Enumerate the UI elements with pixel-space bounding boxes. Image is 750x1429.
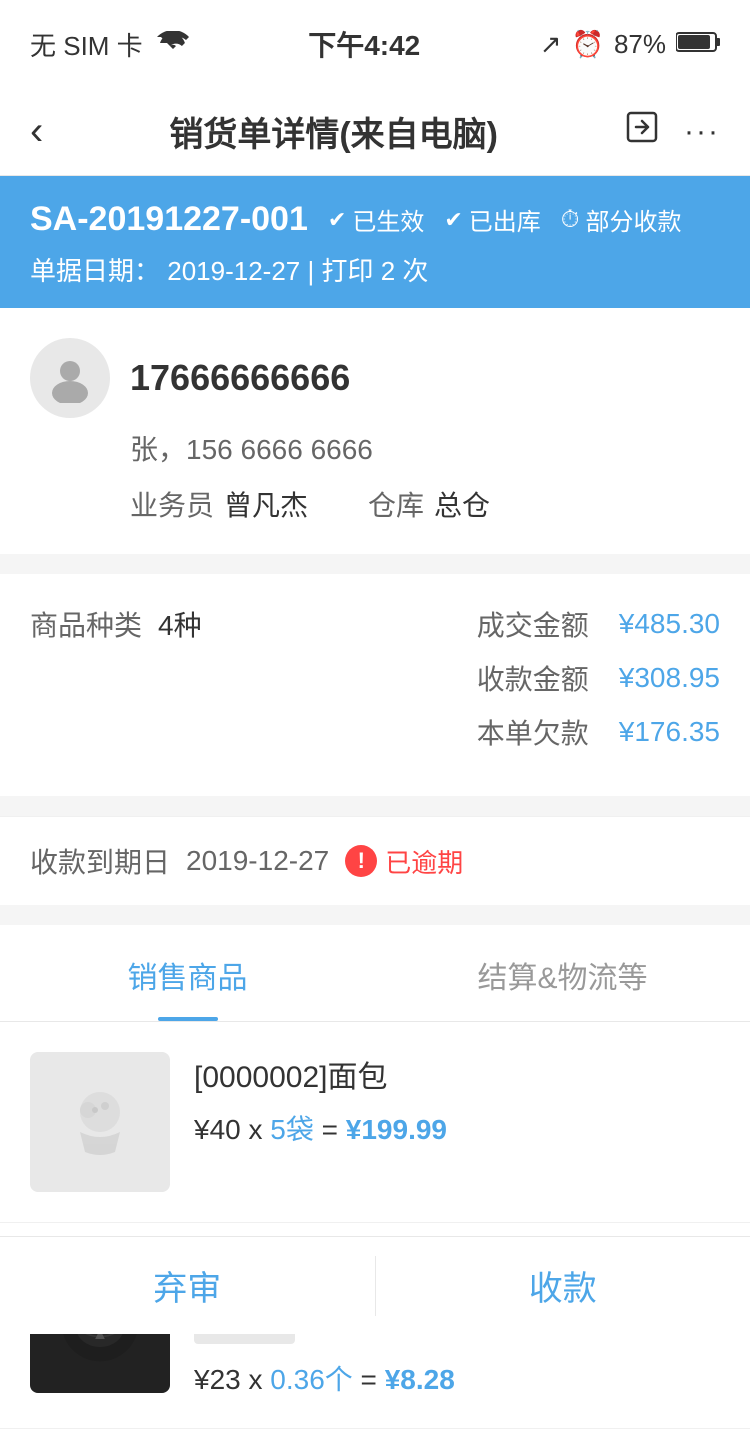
wifi-icon [157, 29, 189, 60]
product-type-item: 商品种类 4种 [30, 604, 202, 644]
tab-settlement-label: 结算&物流等 [477, 962, 647, 995]
received-value: ¥308.95 [619, 662, 720, 694]
order-row: SA-20191227-001 ✔ 已生效 ✔ 已出库 ⏱ 部分收款 [30, 200, 720, 239]
status-shipped: ✔ 已出库 [444, 202, 540, 237]
products-section: [0000002]面包 ¥40 x 5袋 = ¥199.99 [0, 1022, 750, 1429]
customer-id: 17666666666 [130, 357, 350, 399]
status-active-label: 已生效 [352, 202, 424, 237]
product-thumb-1 [30, 1052, 170, 1192]
confirm-label: 收款 [529, 1261, 597, 1310]
stats-left: 商品种类 4种 [30, 604, 202, 652]
tab-settlement[interactable]: 结算&物流等 [375, 925, 750, 1021]
status-partial: ⏱ 部分收款 [561, 202, 682, 237]
customer-section: 17666666666 张，156 6666 6666 业务员 曾凡杰 仓库 总… [0, 308, 750, 554]
price-total-1: ¥199.99 [346, 1114, 447, 1145]
tabs-section: 销售商品 结算&物流等 [0, 925, 750, 1022]
print-count: 2 [381, 256, 395, 286]
header-date-row: 单据日期： 2019-12-27 | 打印 2 次 [30, 251, 720, 288]
price-unit-1: ¥40 x [194, 1114, 270, 1145]
back-button[interactable]: ‹ [30, 109, 43, 154]
received-row: 收款金额 ¥308.95 [477, 658, 720, 698]
status-right: ↗ ⏰ 87% [540, 29, 720, 60]
status-shipped-label: 已出库 [469, 202, 541, 237]
price-eq-2: = [353, 1364, 385, 1395]
nav-bar: ‹ 销货单详情(来自电脑) ··· [0, 88, 750, 176]
carrier-text: 无 SIM 卡 [30, 26, 143, 63]
qty-highlight-2: 0.36个 [270, 1364, 353, 1395]
share-icon[interactable] [624, 109, 660, 154]
status-partial-label: 部分收款 [586, 202, 682, 237]
product-price-2: ¥23 x 0.36个 = ¥8.28 [194, 1358, 720, 1398]
tab-sales-goods-label: 销售商品 [128, 962, 248, 995]
debt-row: 本单欠款 ¥176.35 [477, 712, 720, 752]
date-value: 2019-12-27 [167, 256, 300, 286]
order-id: SA-20191227-001 [30, 200, 308, 239]
status-active: ✔ 已生效 [328, 202, 424, 237]
salesperson-value: 曾凡杰 [224, 484, 308, 524]
price-unit-2: ¥23 x [194, 1364, 270, 1395]
print-label: | 打印 [307, 256, 373, 286]
print-suffix: 次 [402, 256, 428, 286]
product-name-1: [0000002]面包 [194, 1052, 720, 1096]
tab-sales-goods[interactable]: 销售商品 [0, 925, 375, 1021]
alert-icon: ! [345, 845, 377, 877]
stats-right: 成交金额 ¥485.30 收款金额 ¥308.95 本单欠款 ¥176.35 [477, 604, 720, 766]
debt-value: ¥176.35 [619, 716, 720, 748]
avatar [30, 338, 110, 418]
product-item: [0000002]面包 ¥40 x 5袋 = ¥199.99 [0, 1022, 750, 1223]
page-title: 销货单详情(来自电脑) [169, 107, 498, 156]
product-info-1: [0000002]面包 ¥40 x 5袋 = ¥199.99 [194, 1052, 720, 1148]
check-active-icon: ✔ [328, 207, 346, 233]
status-time: 下午4:42 [308, 24, 420, 64]
location-icon: ↗ [540, 29, 562, 60]
warehouse-value: 总仓 [434, 484, 490, 524]
salesperson-label: 业务员 [130, 484, 214, 524]
customer-name-phone: 张，156 6666 6666 [130, 428, 720, 468]
cancel-label: 弃审 [153, 1261, 221, 1310]
date-label: 单据日期： [30, 256, 160, 286]
cancel-button[interactable]: 弃审 [0, 1237, 375, 1334]
received-label: 收款金额 [477, 658, 589, 698]
overdue-badge: ! 已逾期 [345, 843, 463, 880]
due-label: 收款到期日 [30, 841, 170, 881]
bottom-bar: 弃审 收款 [0, 1236, 750, 1334]
debt-label: 本单欠款 [477, 712, 589, 752]
header-banner: SA-20191227-001 ✔ 已生效 ✔ 已出库 ⏱ 部分收款 单据日期：… [0, 176, 750, 308]
price-eq-1: = [314, 1114, 346, 1145]
deal-amount-value: ¥485.30 [619, 608, 720, 640]
status-left: 无 SIM 卡 [30, 26, 189, 63]
qty-highlight-1: 5袋 [270, 1114, 314, 1145]
warehouse-item: 仓库 总仓 [368, 484, 490, 524]
nav-actions: ··· [624, 109, 720, 154]
status-bar: 无 SIM 卡 下午4:42 ↗ ⏰ 87% [0, 0, 750, 88]
battery-icon [676, 29, 720, 60]
stats-section: 商品种类 4种 成交金额 ¥485.30 收款金额 ¥308.95 本单欠款 ¥… [0, 574, 750, 796]
customer-meta: 业务员 曾凡杰 仓库 总仓 [130, 484, 720, 524]
salesperson-item: 业务员 曾凡杰 [130, 484, 308, 524]
confirm-button[interactable]: 收款 [376, 1237, 750, 1334]
more-icon[interactable]: ··· [684, 115, 720, 149]
alarm-icon: ⏰ [572, 29, 604, 60]
product-price-1: ¥40 x 5袋 = ¥199.99 [194, 1108, 720, 1148]
clock-icon: ⏱ [561, 206, 580, 234]
due-date: 2019-12-27 [186, 845, 329, 877]
deal-amount-row: 成交金额 ¥485.30 [477, 604, 720, 644]
overdue-label: 已逾期 [385, 843, 463, 880]
due-section: 收款到期日 2019-12-27 ! 已逾期 [0, 816, 750, 905]
warehouse-label: 仓库 [368, 484, 424, 524]
check-shipped-icon: ✔ [444, 207, 462, 233]
battery-text: 87% [614, 29, 666, 60]
product-type-value: 4种 [158, 604, 202, 644]
product-type-label: 商品种类 [30, 604, 142, 644]
customer-main-row: 17666666666 [30, 338, 720, 418]
deal-amount-label: 成交金额 [477, 604, 589, 644]
price-total-2: ¥8.28 [385, 1364, 455, 1395]
